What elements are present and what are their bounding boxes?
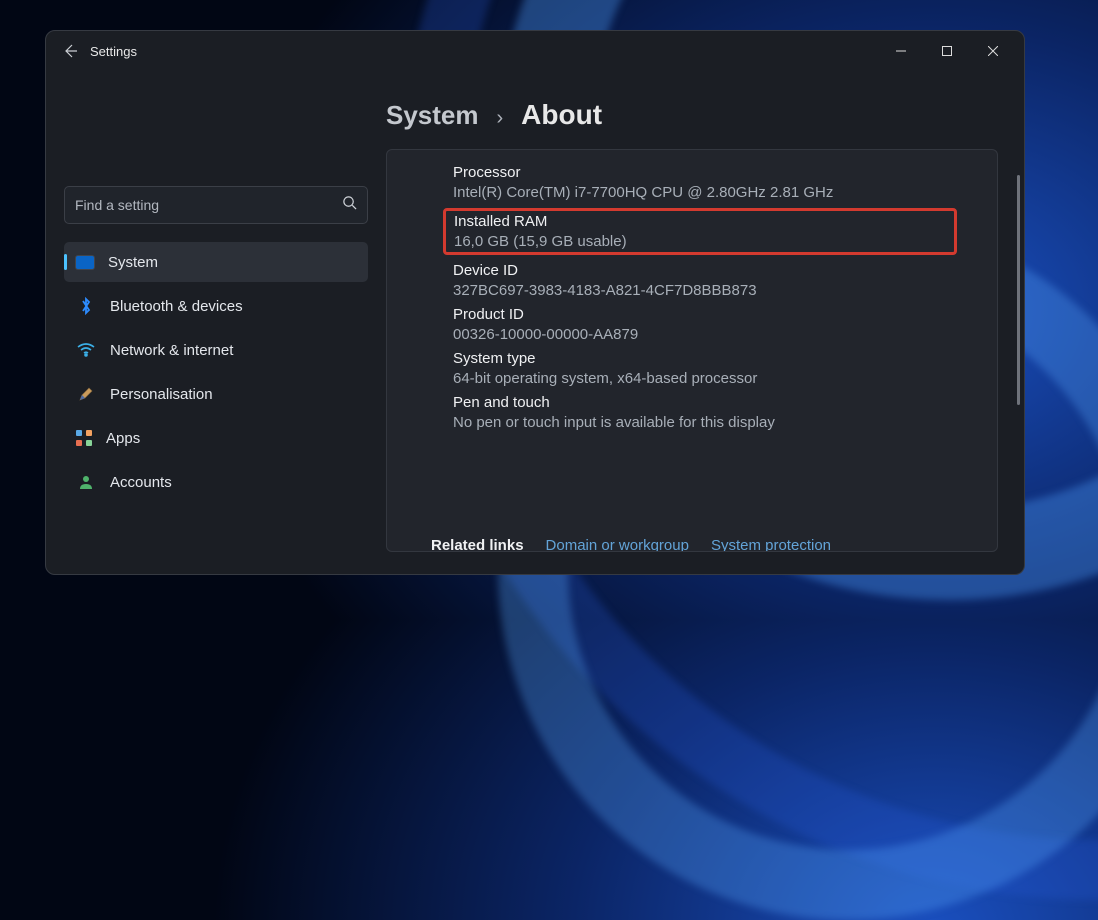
sidebar: System Bluetooth & devices Network & int… bbox=[46, 71, 386, 574]
sidebar-item-label: Accounts bbox=[110, 474, 172, 491]
search-icon bbox=[342, 195, 357, 215]
sidebar-item-apps[interactable]: Apps bbox=[64, 418, 368, 458]
search-input[interactable] bbox=[75, 197, 334, 213]
related-links-label: Related links bbox=[431, 537, 524, 552]
spec-label: Device ID bbox=[453, 262, 957, 279]
title-bar: Settings bbox=[46, 31, 1024, 71]
apps-icon bbox=[76, 430, 92, 446]
link-system-protection[interactable]: System protection bbox=[711, 537, 831, 552]
spec-label: System type bbox=[453, 350, 957, 367]
nav-list: System Bluetooth & devices Network & int… bbox=[64, 242, 368, 502]
spec-label: Processor bbox=[453, 164, 957, 181]
maximize-button[interactable] bbox=[924, 35, 970, 67]
breadcrumb-current: About bbox=[521, 99, 602, 131]
close-button[interactable] bbox=[970, 35, 1016, 67]
related-links: Related links Domain or workgroup System… bbox=[431, 537, 831, 552]
spec-product-id: Product ID 00326-10000-00000-AA879 bbox=[453, 306, 957, 343]
sidebar-item-network[interactable]: Network & internet bbox=[64, 330, 368, 370]
maximize-icon bbox=[942, 46, 952, 56]
close-icon bbox=[988, 46, 998, 56]
wifi-icon bbox=[76, 340, 96, 360]
minimize-icon bbox=[896, 46, 906, 56]
sidebar-item-system[interactable]: System bbox=[64, 242, 368, 282]
sidebar-item-bluetooth[interactable]: Bluetooth & devices bbox=[64, 286, 368, 326]
spec-value: 16,0 GB (15,9 GB usable) bbox=[454, 233, 946, 250]
breadcrumb: System › About bbox=[386, 99, 998, 131]
spec-device-id: Device ID 327BC697-3983-4183-A821-4CF7D8… bbox=[453, 262, 957, 299]
settings-window: Settings Syst bbox=[45, 30, 1025, 575]
back-button[interactable] bbox=[54, 35, 86, 67]
spec-value: 327BC697-3983-4183-A821-4CF7D8BBB873 bbox=[453, 282, 957, 299]
scrollbar[interactable] bbox=[1012, 75, 1020, 570]
sidebar-item-label: Apps bbox=[106, 430, 140, 447]
device-specs-card: Processor Intel(R) Core(TM) i7-7700HQ CP… bbox=[386, 149, 998, 552]
chevron-right-icon: › bbox=[497, 107, 504, 130]
spec-value: 64-bit operating system, x64-based proce… bbox=[453, 370, 957, 387]
system-icon bbox=[76, 256, 94, 269]
bluetooth-icon bbox=[76, 296, 96, 316]
link-domain-workgroup[interactable]: Domain or workgroup bbox=[546, 537, 689, 552]
sidebar-item-accounts[interactable]: Accounts bbox=[64, 462, 368, 502]
scrollbar-thumb[interactable] bbox=[1017, 175, 1020, 405]
spec-label: Pen and touch bbox=[453, 394, 957, 411]
person-icon bbox=[76, 472, 96, 492]
spec-installed-ram: Installed RAM 16,0 GB (15,9 GB usable) bbox=[443, 208, 957, 255]
search-field[interactable] bbox=[64, 186, 368, 224]
sidebar-item-label: System bbox=[108, 254, 158, 271]
breadcrumb-parent[interactable]: System bbox=[386, 100, 479, 131]
spec-value: 00326-10000-00000-AA879 bbox=[453, 326, 957, 343]
spec-value: No pen or touch input is available for t… bbox=[453, 414, 957, 431]
spec-value: Intel(R) Core(TM) i7-7700HQ CPU @ 2.80GH… bbox=[453, 184, 957, 201]
sidebar-item-label: Bluetooth & devices bbox=[110, 298, 243, 315]
spec-pen-touch: Pen and touch No pen or touch input is a… bbox=[453, 394, 957, 431]
spec-processor: Processor Intel(R) Core(TM) i7-7700HQ CP… bbox=[453, 164, 957, 201]
paintbrush-icon bbox=[76, 384, 96, 404]
content-area: System › About Processor Intel(R) Core(T… bbox=[386, 71, 1024, 574]
spec-label: Product ID bbox=[453, 306, 957, 323]
sidebar-item-personalisation[interactable]: Personalisation bbox=[64, 374, 368, 414]
spec-system-type: System type 64-bit operating system, x64… bbox=[453, 350, 957, 387]
sidebar-item-label: Personalisation bbox=[110, 386, 213, 403]
window-title: Settings bbox=[90, 44, 137, 59]
minimize-button[interactable] bbox=[878, 35, 924, 67]
spec-label: Installed RAM bbox=[454, 213, 946, 230]
back-arrow-icon bbox=[62, 43, 78, 59]
sidebar-item-label: Network & internet bbox=[110, 342, 233, 359]
window-controls bbox=[878, 35, 1016, 67]
